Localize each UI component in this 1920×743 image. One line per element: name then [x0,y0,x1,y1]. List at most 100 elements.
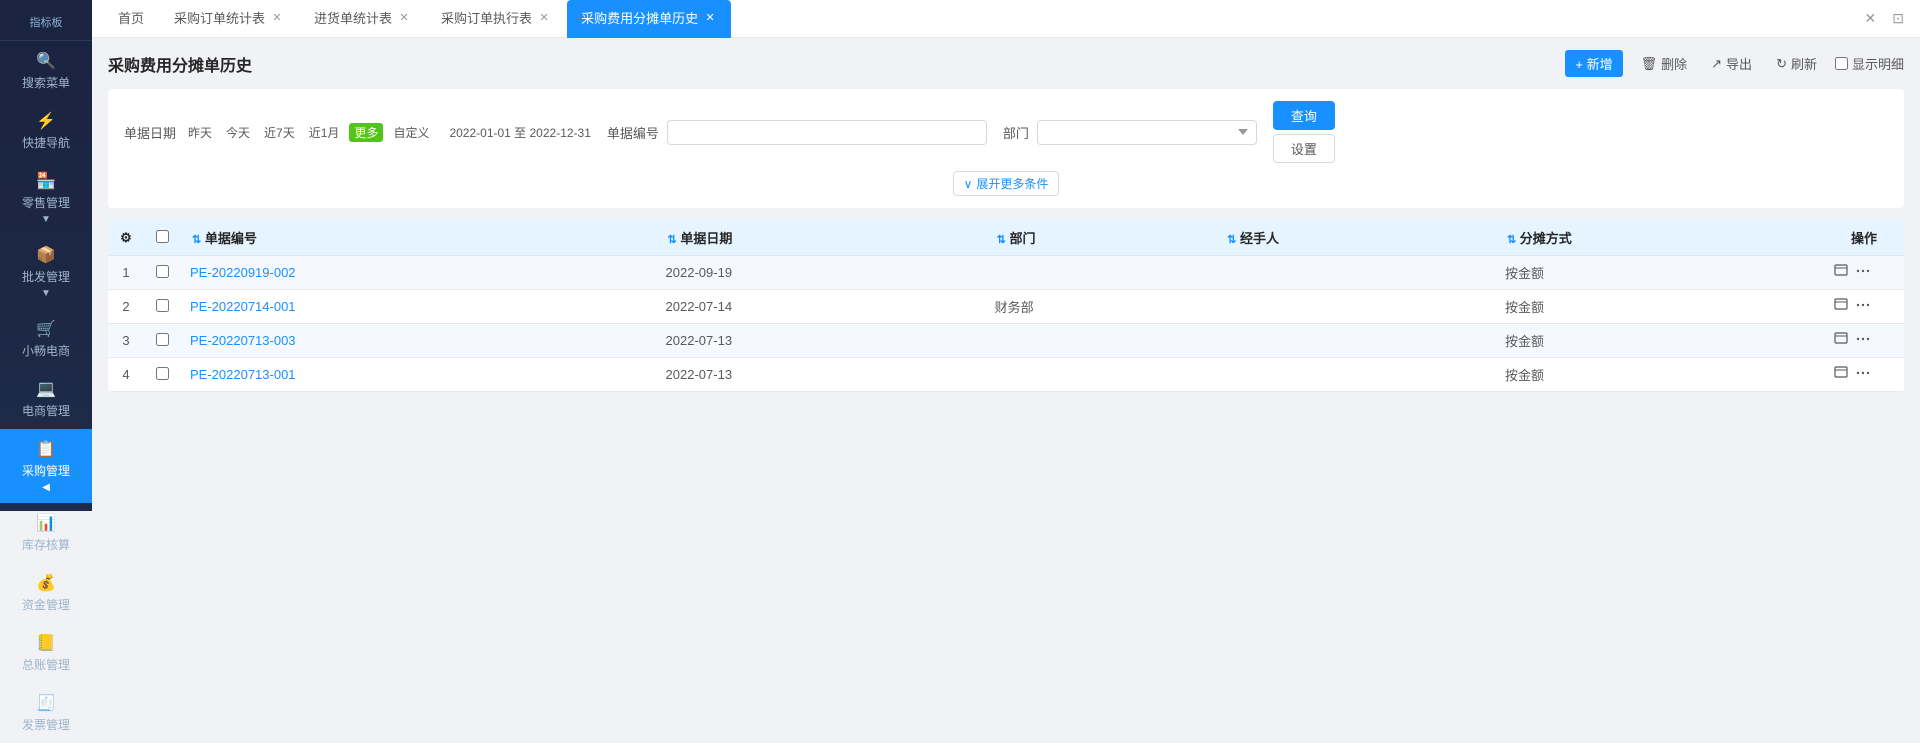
tab-purchase-order-exec[interactable]: 采购订单执行表 ✕ [427,0,565,38]
row-num: 2 [108,290,144,324]
tab-label: 采购订单执行表 [441,8,532,27]
maximize-window-button[interactable]: ⊡ [1888,8,1908,29]
row-checkbox[interactable] [144,358,180,392]
sidebar-item-invoice[interactable]: 🧾 发票管理 [0,683,92,743]
inventory-icon: 📊 [36,513,56,533]
edit-action-icon[interactable] [1834,264,1848,281]
tab-home-label: 首页 [118,8,144,27]
tab-home[interactable]: 首页 [104,0,158,38]
sort-icon: ⇅ [192,234,201,246]
dept-column-header[interactable]: ⇅ 部门 [985,220,1216,256]
sidebar-item-label: 采购管理 [22,462,70,479]
sidebar-item-quick-nav[interactable]: ⚡ 快捷导航 [0,101,92,161]
order-no-column-header[interactable]: ⇅ 单据编号 [180,220,656,256]
sidebar-item-inventory[interactable]: 📊 库存核算 [0,503,92,563]
split-method-column-header[interactable]: ⇅ 分摊方式 [1495,220,1824,256]
main-area: 首页 采购订单统计表 ✕ 进货单统计表 ✕ 采购订单执行表 ✕ 采购费用分摊单历… [92,0,1920,511]
table-row: 2 PE-20220714-001 2022-07-14 财务部 按金额 [108,290,1904,324]
show-columns-checkbox[interactable]: 显示明细 [1835,54,1904,73]
tab-inbound-stats[interactable]: 进货单统计表 ✕ [300,0,425,38]
order-no-link[interactable]: PE-20220919-002 [190,265,296,280]
today-shortcut[interactable]: 今天 [222,123,254,142]
row-split-method: 按金额 [1495,256,1824,290]
dept-select[interactable] [1037,120,1257,145]
row-checkbox[interactable] [144,290,180,324]
row-handler [1215,358,1495,392]
tab-label: 采购费用分摊单历史 [581,8,698,27]
tab-close-icon[interactable]: ✕ [397,11,411,25]
order-no-input[interactable] [667,120,987,145]
sidebar-item-label: 库存核算 [22,536,70,553]
tab-close-icon[interactable]: ✕ [703,11,717,25]
add-button[interactable]: + 新增 [1565,50,1622,77]
close-window-button[interactable]: ✕ [1861,8,1881,29]
page-header: 采购费用分摊单历史 + 新增 🗑 删除 ↗ 导出 ↻ 刷新 显示明细 [108,50,1904,77]
filter-row: 单据日期 昨天 今天 近7天 近1月 更多 自定义 2022-01-01 至 2… [124,101,1888,163]
accounting-icon: 📒 [36,633,56,653]
show-columns-input[interactable] [1835,57,1848,70]
tab-purchase-order-stats[interactable]: 采购订单统计表 ✕ [160,0,298,38]
row-date: 2022-07-13 [656,358,985,392]
sidebar-item-retail[interactable]: 🏪 零售管理 ▼ [0,161,92,235]
table-row: 3 PE-20220713-003 2022-07-13 按金额 [108,324,1904,358]
sidebar-item-mini-shop[interactable]: 🛒 小畅电商 [0,309,92,369]
expand-down-icon: ∨ [964,177,973,191]
week-shortcut[interactable]: 近7天 [260,123,299,142]
tab-close-icon[interactable]: ✕ [537,11,551,25]
filter-area: 单据日期 昨天 今天 近7天 近1月 更多 自定义 2022-01-01 至 2… [108,89,1904,208]
wholesale-icon: 📦 [36,245,56,265]
page-container: 采购费用分摊单历史 + 新增 🗑 删除 ↗ 导出 ↻ 刷新 显示明细 [92,38,1920,511]
query-button[interactable]: 查询 [1273,101,1335,130]
more-action-icon[interactable] [1856,264,1870,281]
refresh-button[interactable]: ↻ 刷新 [1770,50,1823,77]
sidebar-item-label: 总账管理 [22,656,70,673]
tab-close-icon[interactable]: ✕ [270,11,284,25]
actions-column-header: 操作 [1824,220,1904,256]
edit-action-icon[interactable] [1834,332,1848,349]
select-all-checkbox[interactable] [156,230,169,243]
settings-column-header[interactable]: ⚙ [108,220,144,256]
row-dept [985,358,1216,392]
month-shortcut[interactable]: 近1月 [305,123,344,142]
export-button[interactable]: ↗ 导出 [1705,50,1758,77]
order-no-link[interactable]: PE-20220713-003 [190,333,296,348]
delete-button[interactable]: 🗑 删除 [1635,50,1694,77]
sidebar-item-search[interactable]: 🔍 搜索菜单 [0,41,92,101]
row-order-no: PE-20220713-001 [180,358,656,392]
more-action-icon[interactable] [1856,366,1870,383]
filter-settings-button[interactable]: 设置 [1273,134,1335,163]
row-checkbox[interactable] [144,324,180,358]
row-actions [1824,358,1904,392]
tab-purchase-cost-history[interactable]: 采购费用分摊单历史 ✕ [567,0,731,38]
custom-shortcut[interactable]: 自定义 [389,123,433,142]
more-shortcut[interactable]: 更多 [349,123,383,142]
date-label: 单据日期 [124,123,176,142]
expand-button[interactable]: ∨ 展开更多条件 [953,171,1060,196]
sidebar-item-ecommerce[interactable]: 💻 电商管理 [0,369,92,429]
row-date: 2022-09-19 [656,256,985,290]
edit-action-icon[interactable] [1834,366,1848,383]
date-column-header[interactable]: ⇅ 单据日期 [656,220,985,256]
table-row: 4 PE-20220713-001 2022-07-13 按金额 [108,358,1904,392]
sidebar-item-wholesale[interactable]: 📦 批发管理 ▼ [0,235,92,309]
row-checkbox[interactable] [144,256,180,290]
chevron-down-icon: ▼ [41,288,51,299]
sidebar-item-purchase[interactable]: 📋 采购管理 ◀ [0,429,92,503]
row-actions [1824,256,1904,290]
row-split-method: 按金额 [1495,358,1824,392]
row-num: 4 [108,358,144,392]
handler-column-header[interactable]: ⇅ 经手人 [1215,220,1495,256]
more-action-icon[interactable] [1856,332,1870,349]
sidebar-item-accounting[interactable]: 📒 总账管理 [0,623,92,683]
sidebar-item-finance[interactable]: 💰 资金管理 [0,563,92,623]
data-table: ⚙ ⇅ 单据编号 ⇅ 单据日期 [108,220,1904,392]
tab-bar: 首页 采购订单统计表 ✕ 进货单统计表 ✕ 采购订单执行表 ✕ 采购费用分摊单历… [92,0,1920,38]
order-no-link[interactable]: PE-20220714-001 [190,299,296,314]
row-dept [985,256,1216,290]
row-dept: 财务部 [985,290,1216,324]
order-no-link[interactable]: PE-20220713-001 [190,367,296,382]
row-date: 2022-07-14 [656,290,985,324]
edit-action-icon[interactable] [1834,298,1848,315]
more-action-icon[interactable] [1856,298,1870,315]
yesterday-shortcut[interactable]: 昨天 [184,123,216,142]
